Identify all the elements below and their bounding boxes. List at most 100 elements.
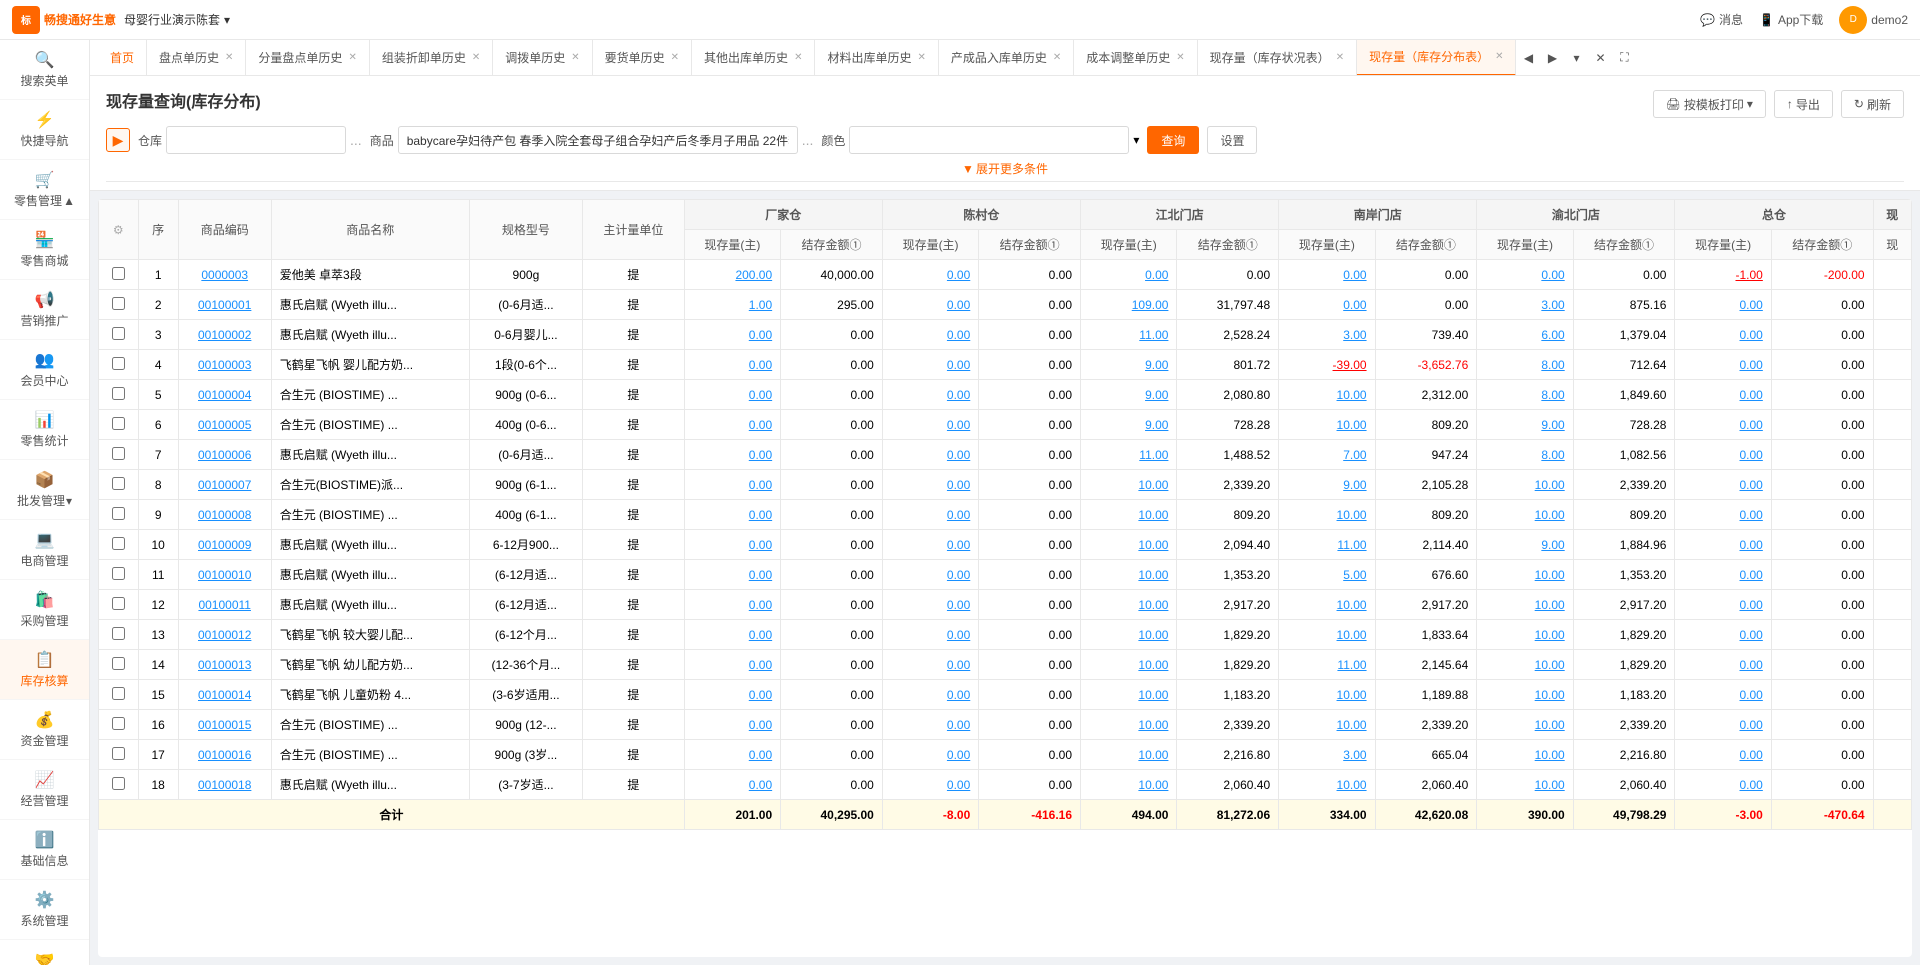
tab-t11-close[interactable]: ✕ <box>1495 51 1503 62</box>
tab-t2[interactable]: 分量盘点单历史 ✕ <box>246 40 369 76</box>
row-checkbox[interactable] <box>99 620 139 650</box>
table-settings-icon[interactable]: ⚙ <box>113 223 124 237</box>
row-c1-qty: 0.00 <box>684 560 780 590</box>
sidebar-label-ops: 经营管理 <box>0 792 89 809</box>
tab-t8[interactable]: 产成品入库单历史 ✕ <box>939 40 1074 76</box>
warehouse-ellipsis-btn[interactable]: ... <box>350 132 362 148</box>
sidebar-item-system[interactable]: ⚙️ 系统管理 <box>0 880 89 940</box>
sidebar-item-search[interactable]: 🔍 搜索英单 <box>0 40 89 100</box>
row-checkbox[interactable] <box>99 440 139 470</box>
tab-close-all-btn[interactable]: ✕ <box>1588 40 1612 76</box>
row-c3-amt: 2,339.20 <box>1177 470 1279 500</box>
row-checkbox[interactable] <box>99 500 139 530</box>
goods-ellipsis-btn[interactable]: ... <box>802 132 814 148</box>
tab-t6[interactable]: 其他出库单历史 ✕ <box>692 40 815 76</box>
row-c2-amt: 0.00 <box>979 560 1081 590</box>
row-checkbox[interactable] <box>99 770 139 800</box>
sidebar-item-ops[interactable]: 📈 经营管理 <box>0 760 89 820</box>
message-btn[interactable]: 💬 消息 <box>1700 11 1743 28</box>
sidebar-item-purchase[interactable]: 🛍️ 采购管理 <box>0 580 89 640</box>
expand-conditions-btn[interactable]: ▼ 展开更多条件 <box>962 160 1048 177</box>
row-c1-amt: 0.00 <box>781 320 883 350</box>
tab-t1[interactable]: 盘点单历史 ✕ <box>147 40 246 76</box>
row-checkbox[interactable] <box>99 680 139 710</box>
tab-t6-close[interactable]: ✕ <box>794 52 802 63</box>
logo-text: 畅搜通好生意 <box>44 11 116 28</box>
row-checkbox[interactable] <box>99 560 139 590</box>
app-download-btn[interactable]: 📱 App下载 <box>1759 11 1823 28</box>
row-checkbox[interactable] <box>99 410 139 440</box>
tab-t4-close[interactable]: ✕ <box>571 52 579 63</box>
row-checkbox[interactable] <box>99 260 139 290</box>
row-checkbox[interactable] <box>99 380 139 410</box>
export-btn[interactable]: ↑ 导出 <box>1774 90 1833 118</box>
row-c5-qty: 10.00 <box>1477 770 1573 800</box>
tab-t9[interactable]: 成本调整单历史 ✕ <box>1074 40 1197 76</box>
tab-more-btn[interactable]: ▾ <box>1564 40 1588 76</box>
tab-home[interactable]: 首页 <box>98 40 147 76</box>
row-name: 合生元(BIOSTIME)派... <box>271 470 469 500</box>
tab-t1-close[interactable]: ✕ <box>225 52 233 63</box>
tab-t5[interactable]: 要货单历史 ✕ <box>593 40 692 76</box>
tab-t9-close[interactable]: ✕ <box>1176 52 1184 63</box>
sidebar-item-retail-stats[interactable]: 📊 零售统计 <box>0 400 89 460</box>
filter-toggle-btn[interactable]: ▶ <box>106 128 130 152</box>
tab-t7-close[interactable]: ✕ <box>917 52 925 63</box>
sidebar-item-members[interactable]: 👥 会员中心 <box>0 340 89 400</box>
row-checkbox[interactable] <box>99 320 139 350</box>
logo-area: 标 畅搜通好生意 <box>12 6 116 34</box>
sidebar-item-nav[interactable]: ⚡ 快捷导航 <box>0 100 89 160</box>
tab-t8-close[interactable]: ✕ <box>1053 52 1061 63</box>
tab-t7[interactable]: 材料出库单历史 ✕ <box>815 40 938 76</box>
sidebar-item-info[interactable]: ℹ️ 基础信息 <box>0 820 89 880</box>
sidebar-item-inventory[interactable]: 📋 库存核算 <box>0 640 89 700</box>
color-input[interactable] <box>849 126 1129 154</box>
row-c1-amt: 0.00 <box>781 500 883 530</box>
row-checkbox[interactable] <box>99 740 139 770</box>
sidebar-item-wholesale[interactable]: 📦 批发管理 ▾ <box>0 460 89 520</box>
tab-next-btn[interactable]: ▶ <box>1540 40 1564 76</box>
warehouse-input[interactable] <box>166 126 346 154</box>
sidebar-item-retail-shop[interactable]: 🏪 零售商城 <box>0 220 89 280</box>
sidebar-item-marketing[interactable]: 📢 营销推广 <box>0 280 89 340</box>
row-checkbox[interactable] <box>99 470 139 500</box>
export-icon: ↑ <box>1787 97 1793 111</box>
tab-t3-close[interactable]: ✕ <box>472 52 480 63</box>
tab-t10[interactable]: 现存量（库存状况表） ✕ <box>1198 40 1357 76</box>
table-scroll[interactable]: ⚙ 序 商品编码 商品名称 规格型号 主计量单位 厂家仓 陈村仓 江北门店 南岸… <box>98 199 1912 957</box>
print-btn[interactable]: 🖨 按模板打印 ▾ <box>1653 90 1766 118</box>
table-row: 5 00100004 合生元 (BIOSTIME) ... 900g (0-6.… <box>99 380 1912 410</box>
goods-input[interactable] <box>398 126 798 154</box>
query-btn[interactable]: 查询 <box>1147 126 1199 154</box>
row-checkbox[interactable] <box>99 710 139 740</box>
row-tot-qty: 0.00 <box>1675 590 1771 620</box>
sidebar-item-ecom[interactable]: 💻 电商管理 <box>0 520 89 580</box>
tab-t2-close[interactable]: ✕ <box>348 52 356 63</box>
row-c2-qty: 0.00 <box>882 290 978 320</box>
row-c2-qty: 0.00 <box>882 410 978 440</box>
tab-t10-close[interactable]: ✕ <box>1336 52 1344 63</box>
row-tot-qty: 0.00 <box>1675 500 1771 530</box>
row-checkbox[interactable] <box>99 530 139 560</box>
tab-t3[interactable]: 组装折卸单历史 ✕ <box>370 40 493 76</box>
tab-t4[interactable]: 调拨单历史 ✕ <box>493 40 592 76</box>
sidebar-item-finance[interactable]: 💰 资金管理 <box>0 700 89 760</box>
row-checkbox[interactable] <box>99 350 139 380</box>
settings-btn[interactable]: 设置 <box>1207 126 1257 154</box>
refresh-icon: ↻ <box>1854 97 1864 111</box>
row-checkbox[interactable] <box>99 290 139 320</box>
row-code: 00100002 <box>178 320 271 350</box>
user-area[interactable]: D demo2 <box>1839 6 1908 34</box>
company-selector[interactable]: 母婴行业演示陈套 ▾ <box>124 11 230 28</box>
row-checkbox[interactable] <box>99 650 139 680</box>
tab-t11[interactable]: 现存量（库存分布表） ✕ <box>1357 40 1516 76</box>
row-checkbox[interactable] <box>99 590 139 620</box>
tab-t5-close[interactable]: ✕ <box>671 52 679 63</box>
sidebar-item-retail-mgmt[interactable]: 🛒 零售管理 ▲ <box>0 160 89 220</box>
refresh-btn[interactable]: ↻ 刷新 <box>1841 90 1904 118</box>
row-name: 爱他美 卓萃3段 <box>271 260 469 290</box>
row-tot-amt: 0.00 <box>1771 320 1873 350</box>
tab-expand-btn[interactable]: ⛶ <box>1612 40 1636 76</box>
sidebar-item-collab[interactable]: 🤝 企业协同 <box>0 940 89 965</box>
tab-prev-btn[interactable]: ◀ <box>1516 40 1540 76</box>
